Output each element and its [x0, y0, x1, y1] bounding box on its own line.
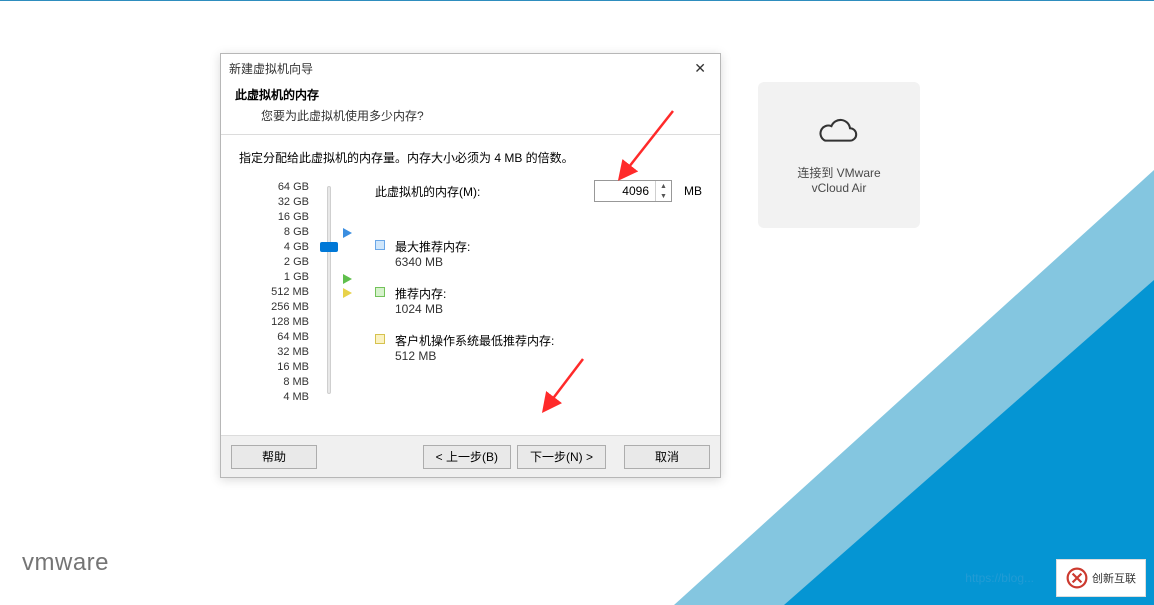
scale-tick: 4 MB — [239, 390, 309, 405]
rec-label: 推荐内存: — [395, 285, 446, 302]
scale-tick: 64 GB — [239, 180, 309, 195]
marker-rec-icon — [343, 274, 352, 284]
scale-tick: 16 GB — [239, 210, 309, 225]
top-border — [0, 0, 1154, 1]
marker-min-icon — [343, 288, 352, 298]
scale-tick: 8 MB — [239, 375, 309, 390]
spinner-up-icon[interactable]: ▲ — [656, 181, 671, 191]
square-blue-icon — [375, 240, 385, 250]
scale-tick: 4 GB — [239, 240, 309, 255]
scale-tick: 64 MB — [239, 330, 309, 345]
memory-unit: MB — [684, 184, 702, 198]
dialog-footer: 帮助 < 上一步(B) 下一步(N) > 取消 — [221, 435, 720, 477]
wizard-dialog: 新建虚拟机向导 ✕ 此虚拟机的内存 您要为此虚拟机使用多少内存? 指定分配给此虚… — [220, 53, 721, 478]
memory-input-row: 此虚拟机的内存(M): ▲ ▼ MB — [375, 180, 702, 202]
memory-input[interactable] — [595, 181, 655, 201]
watermark: https://blog... — [965, 571, 1034, 585]
marker-max-icon — [343, 228, 352, 238]
memory-scale: 64 GB 32 GB 16 GB 8 GB 4 GB 2 GB 1 GB 51… — [239, 180, 317, 405]
memory-spinbox[interactable]: ▲ ▼ — [594, 180, 672, 202]
square-green-icon — [375, 287, 385, 297]
scale-tick: 128 MB — [239, 315, 309, 330]
scale-tick: 2 GB — [239, 255, 309, 270]
rec-value: 1024 MB — [395, 302, 446, 316]
scale-tick: 256 MB — [239, 300, 309, 315]
cancel-button[interactable]: 取消 — [624, 445, 710, 469]
bg-triangle-dark — [784, 280, 1154, 605]
scale-tick: 32 MB — [239, 345, 309, 360]
slider-track — [327, 186, 331, 394]
min-value: 512 MB — [395, 349, 554, 363]
spinner-down-icon[interactable]: ▼ — [656, 191, 671, 201]
scale-tick: 1 GB — [239, 270, 309, 285]
scale-tick: 32 GB — [239, 195, 309, 210]
cloud-icon — [817, 115, 861, 150]
dialog-header: 此虚拟机的内存 您要为此虚拟机使用多少内存? — [221, 82, 720, 135]
dialog-title: 新建虚拟机向导 — [229, 60, 313, 77]
spinner-arrows[interactable]: ▲ ▼ — [655, 181, 671, 201]
max-label: 最大推荐内存: — [395, 238, 470, 255]
scale-tick: 512 MB — [239, 285, 309, 300]
help-button[interactable]: 帮助 — [231, 445, 317, 469]
rec-memory-row: 推荐内存: 1024 MB — [375, 285, 702, 316]
header-subtitle: 您要为此虚拟机使用多少内存? — [235, 107, 706, 124]
scale-tick: 8 GB — [239, 225, 309, 240]
vcloud-card[interactable]: 连接到 VMware vCloud Air — [758, 82, 920, 228]
close-icon[interactable]: ✕ — [686, 58, 714, 79]
max-value: 6340 MB — [395, 255, 470, 269]
corner-logo: 创新互联 — [1056, 559, 1146, 597]
square-yellow-icon — [375, 334, 385, 344]
min-memory-row: 客户机操作系统最低推荐内存: 512 MB — [375, 332, 702, 363]
slider-thumb[interactable] — [320, 242, 338, 252]
marker-column — [343, 180, 369, 405]
dialog-body: 指定分配给此虚拟机的内存量。内存大小必须为 4 MB 的倍数。 64 GB 32… — [221, 135, 720, 435]
scale-tick: 16 MB — [239, 360, 309, 375]
min-label: 客户机操作系统最低推荐内存: — [395, 332, 554, 349]
memory-description: 指定分配给此虚拟机的内存量。内存大小必须为 4 MB 的倍数。 — [239, 149, 702, 166]
titlebar[interactable]: 新建虚拟机向导 ✕ — [221, 54, 720, 82]
next-button[interactable]: 下一步(N) > — [517, 445, 606, 469]
memory-label: 此虚拟机的内存(M): — [375, 183, 480, 200]
back-button[interactable]: < 上一步(B) — [423, 445, 511, 469]
memory-slider[interactable] — [317, 180, 343, 405]
vcloud-label: 连接到 VMware vCloud Air — [797, 164, 880, 195]
max-memory-row: 最大推荐内存: 6340 MB — [375, 238, 702, 269]
header-title: 此虚拟机的内存 — [235, 86, 706, 103]
vmware-brand: vmware — [22, 549, 109, 577]
